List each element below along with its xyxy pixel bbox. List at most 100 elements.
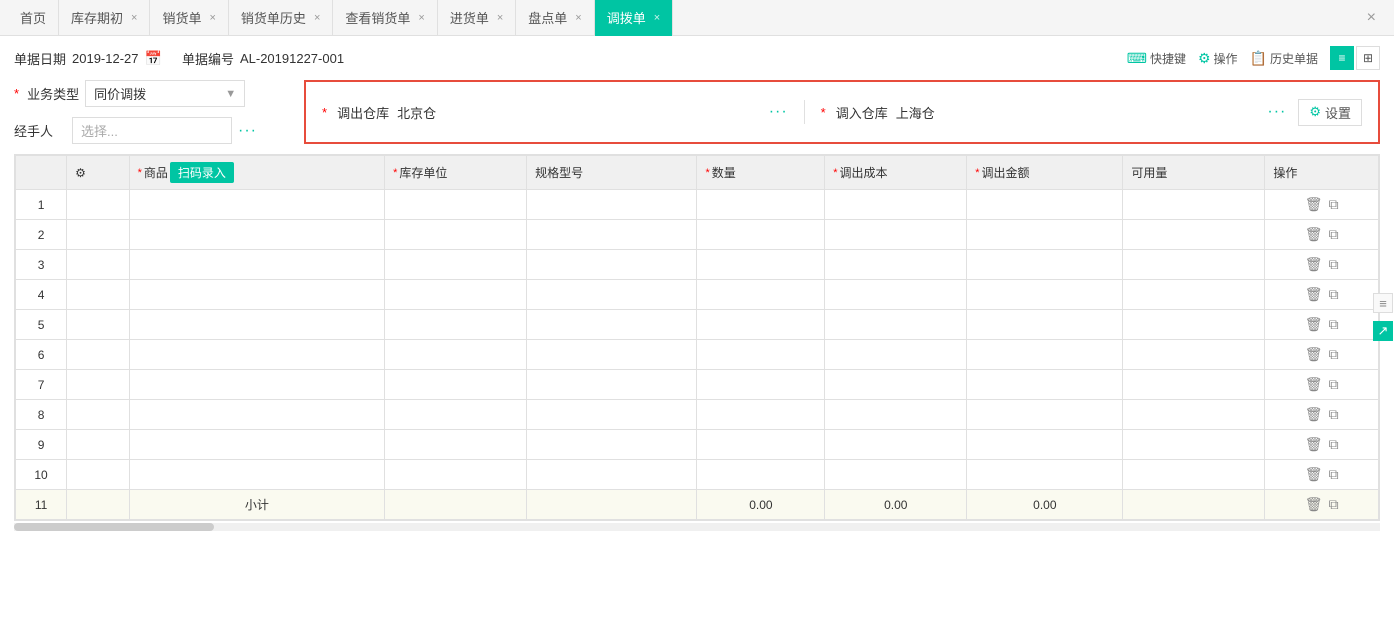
row-cost[interactable] <box>825 460 967 490</box>
tab-home[interactable]: 首页 <box>8 0 59 36</box>
row-product[interactable] <box>129 430 385 460</box>
copy-icon[interactable]: ⧉ <box>1329 316 1339 333</box>
copy-icon[interactable]: ⧉ <box>1329 436 1339 453</box>
row-unit[interactable] <box>385 190 527 220</box>
delete-icon[interactable]: 🗑 <box>1305 316 1323 333</box>
row-cost[interactable] <box>825 310 967 340</box>
row-product[interactable] <box>129 400 385 430</box>
copy-icon[interactable]: ⧉ <box>1329 196 1339 213</box>
tab-view-sales[interactable]: 查看销货单 × <box>333 0 437 36</box>
row-product[interactable] <box>129 340 385 370</box>
row-amount[interactable] <box>967 220 1123 250</box>
row-qty[interactable] <box>697 340 825 370</box>
row-qty[interactable] <box>697 460 825 490</box>
row-unit[interactable] <box>385 280 527 310</box>
tab-inventory[interactable]: 库存期初 × <box>59 0 150 36</box>
row-cost[interactable] <box>825 370 967 400</box>
operate-action[interactable]: ⚙ 操作 <box>1198 50 1238 67</box>
row-cost[interactable] <box>825 280 967 310</box>
copy-icon[interactable]: ⧉ <box>1329 406 1339 423</box>
row-amount[interactable] <box>967 400 1123 430</box>
tab-sales[interactable]: 销货单 × <box>150 0 228 36</box>
row-spec[interactable] <box>527 370 697 400</box>
row-unit[interactable] <box>385 310 527 340</box>
row-spec[interactable] <box>527 310 697 340</box>
tab-transfer-close[interactable]: × <box>654 12 660 24</box>
row-product[interactable] <box>129 310 385 340</box>
copy-icon[interactable]: ⧉ <box>1329 496 1339 513</box>
row-spec[interactable] <box>527 220 697 250</box>
copy-icon[interactable]: ⧉ <box>1329 256 1339 273</box>
warehouse-in-more-icon[interactable]: ··· <box>1267 103 1286 121</box>
row-spec[interactable] <box>527 250 697 280</box>
row-amount[interactable] <box>967 250 1123 280</box>
sidebar-export-icon[interactable]: ↗ <box>1373 321 1393 341</box>
delete-icon[interactable]: 🗑 <box>1305 496 1323 513</box>
delete-icon[interactable]: 🗑 <box>1305 346 1323 363</box>
handler-more-icon[interactable]: ··· <box>238 122 257 140</box>
tab-sales-history-close[interactable]: × <box>314 12 320 24</box>
row-spec[interactable] <box>527 430 697 460</box>
row-qty[interactable] <box>697 280 825 310</box>
delete-icon[interactable]: 🗑 <box>1305 256 1323 273</box>
warehouse-out-more-icon[interactable]: ··· <box>769 103 788 121</box>
tab-inventory-close[interactable]: × <box>131 12 137 24</box>
tab-stocktake-close[interactable]: × <box>575 12 581 24</box>
row-qty[interactable] <box>697 430 825 460</box>
row-amount[interactable] <box>967 460 1123 490</box>
horizontal-scrollbar[interactable] <box>14 523 1380 531</box>
row-product[interactable] <box>129 190 385 220</box>
row-qty[interactable] <box>697 250 825 280</box>
row-qty[interactable] <box>697 310 825 340</box>
row-cost[interactable] <box>825 340 967 370</box>
delete-icon[interactable]: 🗑 <box>1305 226 1323 243</box>
list-view-btn[interactable]: ≡ <box>1330 46 1354 70</box>
delete-icon[interactable]: 🗑 <box>1305 286 1323 303</box>
sidebar-list-icon[interactable]: ≡ <box>1373 293 1393 313</box>
delete-icon[interactable]: 🗑 <box>1305 466 1323 483</box>
row-qty[interactable] <box>697 400 825 430</box>
row-cost[interactable] <box>825 190 967 220</box>
row-amount[interactable] <box>967 340 1123 370</box>
copy-icon[interactable]: ⧉ <box>1329 346 1339 363</box>
row-cost[interactable] <box>825 220 967 250</box>
row-spec[interactable] <box>527 190 697 220</box>
copy-icon[interactable]: ⧉ <box>1329 466 1339 483</box>
delete-icon[interactable]: 🗑 <box>1305 196 1323 213</box>
row-unit[interactable] <box>385 460 527 490</box>
settings-button[interactable]: ⚙ 设置 <box>1298 99 1362 126</box>
tab-view-sales-close[interactable]: × <box>418 12 424 24</box>
row-cost[interactable] <box>825 430 967 460</box>
tab-sales-close[interactable]: × <box>209 12 215 24</box>
row-unit[interactable] <box>385 250 527 280</box>
copy-icon[interactable]: ⧉ <box>1329 226 1339 243</box>
row-amount[interactable] <box>967 310 1123 340</box>
row-product[interactable] <box>129 370 385 400</box>
row-product[interactable] <box>129 220 385 250</box>
row-cost[interactable] <box>825 250 967 280</box>
row-amount[interactable] <box>967 280 1123 310</box>
delete-icon[interactable]: 🗑 <box>1305 436 1323 453</box>
tab-sales-history[interactable]: 销货单历史 × <box>229 0 333 36</box>
handler-select[interactable]: 选择... <box>72 117 232 144</box>
copy-icon[interactable]: ⧉ <box>1329 376 1339 393</box>
copy-icon[interactable]: ⧉ <box>1329 286 1339 303</box>
row-unit[interactable] <box>385 220 527 250</box>
delete-icon[interactable]: 🗑 <box>1305 406 1323 423</box>
row-spec[interactable] <box>527 340 697 370</box>
row-amount[interactable] <box>967 370 1123 400</box>
row-qty[interactable] <box>697 190 825 220</box>
calendar-icon[interactable]: 📅 <box>145 50 162 67</box>
row-spec[interactable] <box>527 280 697 310</box>
scan-input-button[interactable]: 扫码录入 <box>170 162 234 183</box>
tab-stocktake[interactable]: 盘点单 × <box>516 0 594 36</box>
tab-transfer[interactable]: 调拨单 × <box>595 0 673 36</box>
th-settings[interactable]: ⚙ <box>67 156 129 190</box>
row-unit[interactable] <box>385 370 527 400</box>
row-spec[interactable] <box>527 460 697 490</box>
row-product[interactable] <box>129 280 385 310</box>
row-qty[interactable] <box>697 370 825 400</box>
row-amount[interactable] <box>967 430 1123 460</box>
business-type-select[interactable]: 同价调拨 ▼ <box>85 80 245 107</box>
tab-purchase-close[interactable]: × <box>497 12 503 24</box>
